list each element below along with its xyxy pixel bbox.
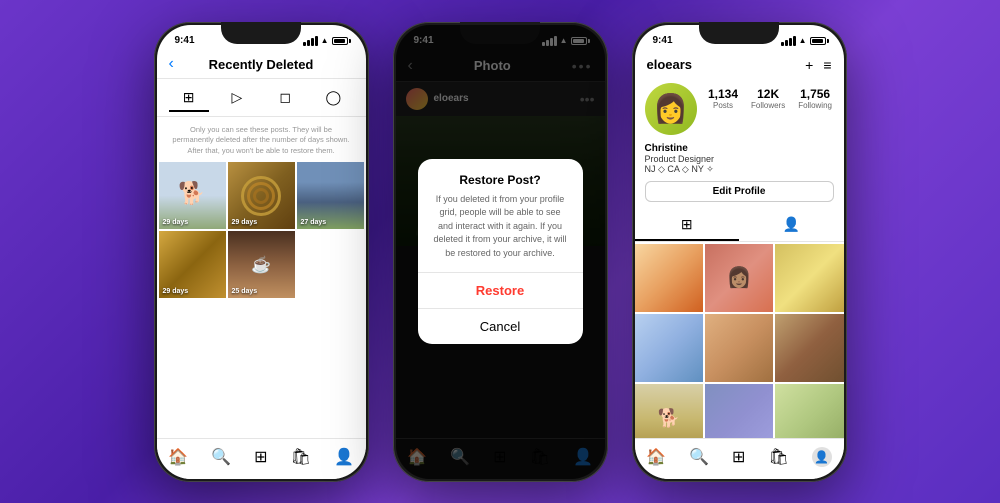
- page-title: Recently Deleted: [209, 57, 314, 72]
- following-label: Following: [798, 101, 832, 110]
- days-label-2: 29 days: [232, 219, 258, 226]
- profile-avatar-wrap: 👩: [645, 83, 697, 135]
- nav-profile-icon[interactable]: 👤: [334, 447, 354, 467]
- modal-title: Restore Post?: [418, 159, 583, 193]
- deleted-photos-grid: 🐕 29 days 29 days 27 days: [157, 162, 366, 298]
- modal-body: If you deleted it from your profile grid…: [418, 193, 583, 273]
- days-label-5: 25 days: [232, 288, 258, 295]
- wifi-icon: ▲: [321, 36, 329, 45]
- status-time-phone3: 9:41: [653, 35, 673, 46]
- posts-label: Posts: [708, 101, 738, 110]
- profile-photo-grid: 👩🏽 🐕: [635, 244, 844, 453]
- cancel-button[interactable]: Cancel: [418, 309, 583, 344]
- restore-modal: Restore Post? If you deleted it from you…: [418, 159, 583, 345]
- back-button[interactable]: ‹: [169, 55, 174, 73]
- wifi-icon-p3: ▲: [799, 36, 807, 45]
- tab-story[interactable]: ◯: [313, 85, 353, 112]
- deleted-photo-4[interactable]: 29 days: [159, 231, 226, 298]
- profile-bio: Christine Product Designer NJ ◇ CA ◇ NY …: [635, 143, 844, 181]
- profile-header-icons: + ≡: [805, 57, 831, 73]
- media-type-tabs: ⊞ ▷ ◻ ◯: [157, 79, 366, 117]
- tab-video[interactable]: ▷: [217, 85, 257, 112]
- stat-posts: 1,134 Posts: [708, 87, 738, 110]
- tab-photos[interactable]: ⊞: [635, 210, 740, 241]
- profile-header: eloears + ≡: [635, 53, 844, 79]
- deleted-photo-1[interactable]: 🐕 29 days: [159, 162, 226, 229]
- story-icon: ◯: [326, 89, 342, 106]
- nav-new-post-icon-p3[interactable]: ⊞: [732, 447, 745, 467]
- profile-location: NJ ◇ CA ◇ NY ✧: [645, 164, 834, 175]
- profile-photo-3[interactable]: [775, 244, 843, 312]
- nav-new-post-icon[interactable]: ⊞: [254, 447, 267, 467]
- bottom-nav-phone1: 🏠 🔍 ⊞ 🛍 👤: [157, 438, 366, 479]
- edit-profile-button[interactable]: Edit Profile: [645, 181, 834, 202]
- profile-photo-5[interactable]: [705, 314, 773, 382]
- nav-profile-icon-p3[interactable]: 👤: [812, 447, 832, 467]
- status-icons-phone1: ▲: [303, 36, 348, 46]
- deleted-photo-5[interactable]: ☕ 25 days: [228, 231, 295, 298]
- profile-username: eloears: [647, 57, 693, 72]
- restore-modal-overlay: Restore Post? If you deleted it from you…: [396, 25, 605, 479]
- following-count: 1,756: [798, 87, 832, 101]
- status-time-phone1: 9:41: [175, 35, 195, 46]
- profile-avatar: 👩: [645, 83, 697, 135]
- nav-shop-icon-p3[interactable]: 🛍: [769, 447, 789, 467]
- profile-section: 👩 1,134 Posts 12K Followers 1,756 Follow…: [635, 79, 844, 143]
- posts-count: 1,134: [708, 87, 738, 101]
- battery-icon: [332, 37, 348, 45]
- tab-reel[interactable]: ◻: [265, 85, 305, 112]
- battery-icon-p3: [810, 37, 826, 45]
- days-label-1: 29 days: [163, 219, 189, 226]
- profile-description: Product Designer: [645, 154, 834, 164]
- profile-photo-6[interactable]: [775, 314, 843, 382]
- tab-tagged[interactable]: 👤: [739, 210, 844, 241]
- phone-profile: 9:41 ▲ eloears + ≡: [632, 22, 847, 482]
- phone-recently-deleted: 9:41 ▲ ‹ Recently Deleted ⊞: [154, 22, 369, 482]
- nav-search-icon[interactable]: 🔍: [211, 447, 231, 467]
- video-icon: ▷: [231, 89, 242, 106]
- stat-followers: 12K Followers: [751, 87, 785, 110]
- bottom-nav-phone3: 🏠 🔍 ⊞ 🛍 👤: [635, 438, 844, 479]
- nav-home-icon[interactable]: 🏠: [168, 447, 188, 467]
- tab-grid[interactable]: ⊞: [169, 85, 209, 112]
- nav-shop-icon[interactable]: 🛍: [291, 447, 311, 467]
- nav-home-icon-p3[interactable]: 🏠: [646, 447, 666, 467]
- profile-photo-1[interactable]: [635, 244, 703, 312]
- phone-restore-modal: 9:41 ▲ ‹ Photo ••• eloears: [393, 22, 608, 482]
- followers-label: Followers: [751, 101, 785, 110]
- restore-button[interactable]: Restore: [418, 273, 583, 308]
- recently-deleted-header: ‹ Recently Deleted: [157, 53, 366, 79]
- stat-following: 1,756 Following: [798, 87, 832, 110]
- days-label-4: 29 days: [163, 288, 189, 295]
- days-label-3: 27 days: [301, 219, 327, 226]
- signal-icon: [303, 36, 318, 46]
- deletion-notice: Only you can see these posts. They will …: [157, 117, 366, 163]
- profile-stats: 1,134 Posts 12K Followers 1,756 Followin…: [707, 83, 834, 110]
- add-post-icon[interactable]: +: [805, 57, 813, 73]
- deleted-photo-3[interactable]: 27 days: [297, 162, 364, 229]
- reel-icon: ◻: [279, 89, 291, 106]
- profile-photo-4[interactable]: [635, 314, 703, 382]
- profile-view-tabs: ⊞ 👤: [635, 210, 844, 242]
- profile-name: Christine: [645, 143, 834, 154]
- followers-count: 12K: [751, 87, 785, 101]
- profile-photo-2[interactable]: 👩🏽: [705, 244, 773, 312]
- nav-search-icon-p3[interactable]: 🔍: [689, 447, 709, 467]
- grid-icon: ⊞: [183, 89, 195, 106]
- signal-icon-p3: [781, 36, 796, 46]
- deleted-photo-2[interactable]: 29 days: [228, 162, 295, 229]
- menu-icon[interactable]: ≡: [823, 57, 831, 73]
- notch: [221, 22, 301, 44]
- status-icons-phone3: ▲: [781, 36, 826, 46]
- notch-p3: [699, 22, 779, 44]
